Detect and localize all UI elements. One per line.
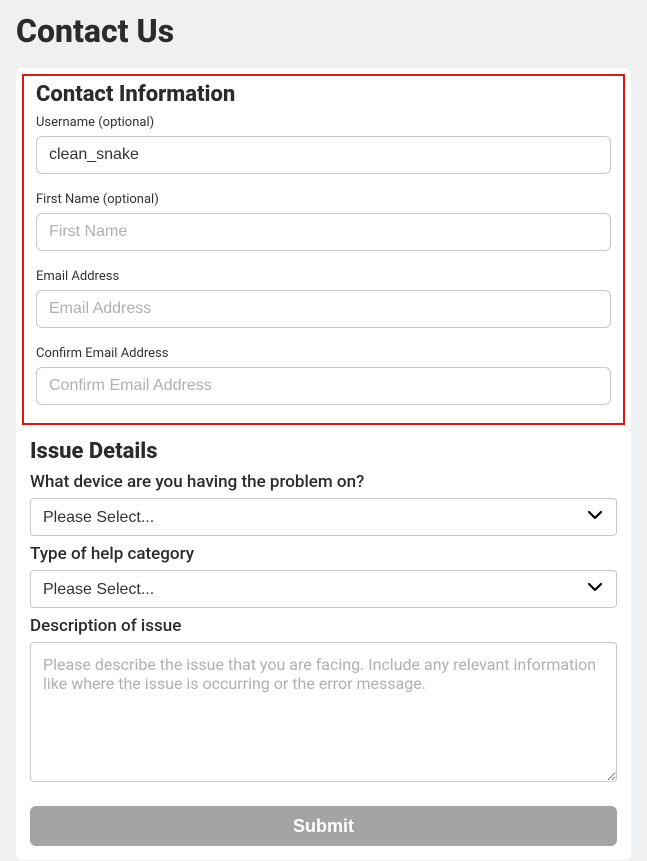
device-select-wrapper: Please Select... xyxy=(30,498,617,536)
email-input[interactable] xyxy=(36,290,611,328)
firstname-label: First Name (optional) xyxy=(36,192,611,207)
username-label: Username (optional) xyxy=(36,115,611,130)
category-select-wrapper: Please Select... xyxy=(30,570,617,608)
issue-details-heading: Issue Details xyxy=(30,439,617,464)
description-label: Description of issue xyxy=(30,616,617,636)
description-textarea[interactable] xyxy=(30,642,617,782)
contact-information-section: Contact Information Username (optional) … xyxy=(22,74,625,425)
confirm-email-input[interactable] xyxy=(36,367,611,405)
device-select[interactable]: Please Select... xyxy=(30,498,617,536)
contact-info-heading: Contact Information xyxy=(36,82,611,107)
category-select[interactable]: Please Select... xyxy=(30,570,617,608)
category-label: Type of help category xyxy=(30,544,617,564)
email-group: Email Address xyxy=(36,269,611,342)
email-label: Email Address xyxy=(36,269,611,284)
contact-form-card: Contact Information Username (optional) … xyxy=(16,68,631,860)
username-input[interactable] xyxy=(36,136,611,174)
firstname-group: First Name (optional) xyxy=(36,192,611,265)
page-title: Contact Us xyxy=(16,12,631,50)
submit-button[interactable]: Submit xyxy=(30,806,617,846)
confirm-email-group: Confirm Email Address xyxy=(36,346,611,405)
firstname-input[interactable] xyxy=(36,213,611,251)
confirm-email-label: Confirm Email Address xyxy=(36,346,611,361)
device-label: What device are you having the problem o… xyxy=(30,472,617,492)
username-group: Username (optional) xyxy=(36,115,611,188)
